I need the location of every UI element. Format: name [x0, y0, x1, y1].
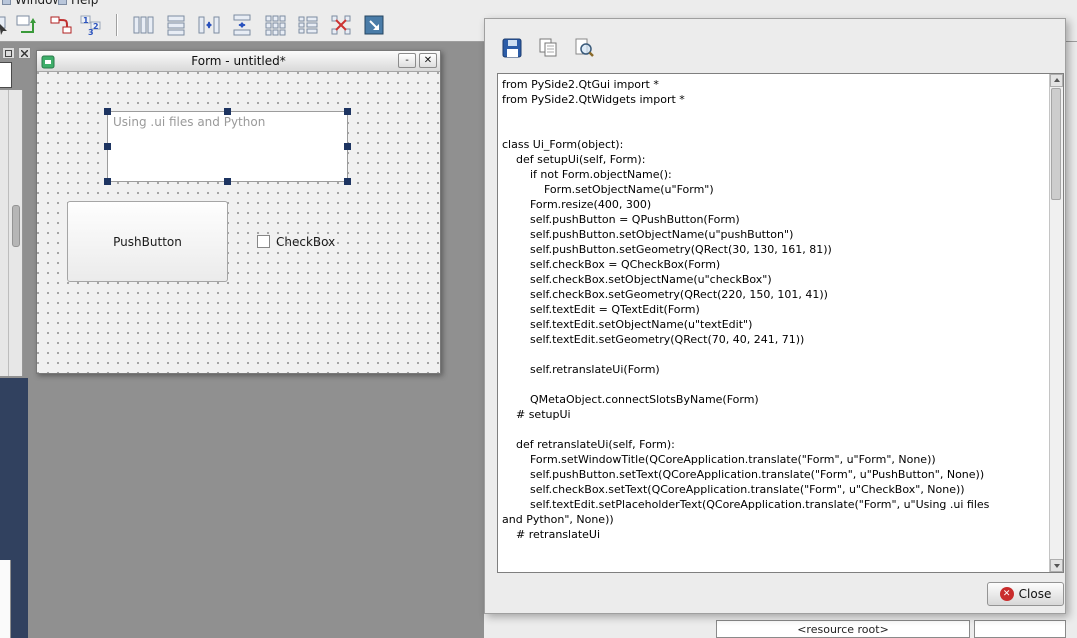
- close-button-label: Close: [1019, 587, 1052, 601]
- textedit-placeholder: Using .ui files and Python: [113, 115, 265, 129]
- pushbutton-label: PushButton: [113, 235, 182, 249]
- help-menu-icon: [58, 0, 67, 5]
- adjust-size-icon[interactable]: [361, 12, 387, 38]
- save-icon[interactable]: [499, 35, 525, 61]
- selection-handle-bottom-left[interactable]: [104, 178, 111, 185]
- edit-widgets-icon[interactable]: [0, 12, 12, 38]
- panel-divider: [8, 90, 9, 376]
- layout-horizontal-icon[interactable]: [130, 12, 156, 38]
- resource-panel-fragment: [974, 620, 1066, 638]
- close-red-icon: ✕: [1000, 587, 1014, 601]
- break-layout-icon[interactable]: [328, 12, 354, 38]
- selection-handle-middle-right[interactable]: [344, 143, 351, 150]
- svg-text:3: 3: [88, 28, 94, 37]
- dock-filter-input[interactable]: [0, 62, 12, 88]
- close-dialog-button[interactable]: ✕ Close: [987, 582, 1064, 606]
- selection-handle-bottom-right[interactable]: [344, 178, 351, 185]
- selection-handle-middle-left[interactable]: [104, 143, 111, 150]
- code-preview-dialog: from PySide2.QtGui import * from PySide2…: [484, 18, 1066, 614]
- selection-handle-top-left[interactable]: [104, 108, 111, 115]
- layout-splitter-horizontal-icon[interactable]: [196, 12, 222, 38]
- menu-window[interactable]: Window: [2, 0, 62, 7]
- selection-handle-top-middle[interactable]: [224, 108, 231, 115]
- textedit-widget[interactable]: Using .ui files and Python: [107, 111, 348, 182]
- copy-icon[interactable]: [535, 35, 561, 61]
- qt-designer-screen: Window Help 1 2: [0, 0, 1077, 638]
- selection-handle-bottom-middle[interactable]: [224, 178, 231, 185]
- dock-close-button[interactable]: [18, 47, 31, 59]
- layout-grid-icon[interactable]: [262, 12, 288, 38]
- resource-root-item[interactable]: <resource root>: [716, 620, 970, 638]
- scrollbar-thumb[interactable]: [1051, 88, 1061, 200]
- menubar: Window Help: [0, 0, 480, 9]
- selection-handle-top-right[interactable]: [344, 108, 351, 115]
- menu-help-label: Help: [71, 0, 98, 7]
- edit-signals-slots-icon[interactable]: [14, 12, 40, 38]
- left-panel-fragment: [0, 560, 11, 638]
- form-canvas[interactable]: Using .ui files and Python PushButton Ch…: [37, 72, 440, 373]
- dock-float-button[interactable]: [2, 47, 15, 59]
- generated-python-code[interactable]: from PySide2.QtGui import * from PySide2…: [498, 74, 1050, 572]
- find-icon[interactable]: [571, 35, 597, 61]
- window-menu-icon: [2, 0, 11, 5]
- code-dialog-toolbar: [499, 35, 597, 61]
- layout-splitter-vertical-icon[interactable]: [229, 12, 255, 38]
- minimize-button[interactable]: -: [398, 53, 416, 68]
- toolbar-separator: [116, 14, 117, 36]
- close-button[interactable]: ✕: [419, 53, 437, 68]
- checkbox-label: CheckBox: [276, 235, 335, 249]
- checkbox-box-icon: [257, 235, 270, 248]
- left-dock-scrollbar-thumb[interactable]: [12, 205, 20, 247]
- pushbutton-widget[interactable]: PushButton: [67, 201, 228, 282]
- form-window-titlebar[interactable]: Form - untitled* - ✕: [37, 51, 440, 72]
- layout-form-icon[interactable]: [295, 12, 321, 38]
- svg-text:1: 1: [83, 16, 89, 25]
- left-dock-panel: [0, 90, 23, 376]
- designer-toolbar: 1 2 3: [0, 10, 480, 40]
- scroll-up-icon[interactable]: [1050, 74, 1063, 87]
- menu-window-label: Window: [15, 0, 62, 7]
- code-view: from PySide2.QtGui import * from PySide2…: [497, 73, 1064, 573]
- form-window-title: Form - untitled*: [37, 54, 440, 68]
- dock-titlebar-buttons: [2, 47, 31, 59]
- checkbox-widget[interactable]: CheckBox: [257, 221, 358, 262]
- layout-vertical-icon[interactable]: [163, 12, 189, 38]
- code-scrollbar[interactable]: [1049, 74, 1063, 572]
- scroll-down-icon[interactable]: [1050, 559, 1063, 572]
- edit-tab-order-icon[interactable]: 1 2 3: [78, 12, 104, 38]
- edit-buddies-icon[interactable]: [48, 12, 74, 38]
- svg-text:2: 2: [93, 22, 99, 31]
- form-editor-window: Form - untitled* - ✕ Using .ui files and…: [36, 50, 441, 374]
- menu-help[interactable]: Help: [58, 0, 98, 7]
